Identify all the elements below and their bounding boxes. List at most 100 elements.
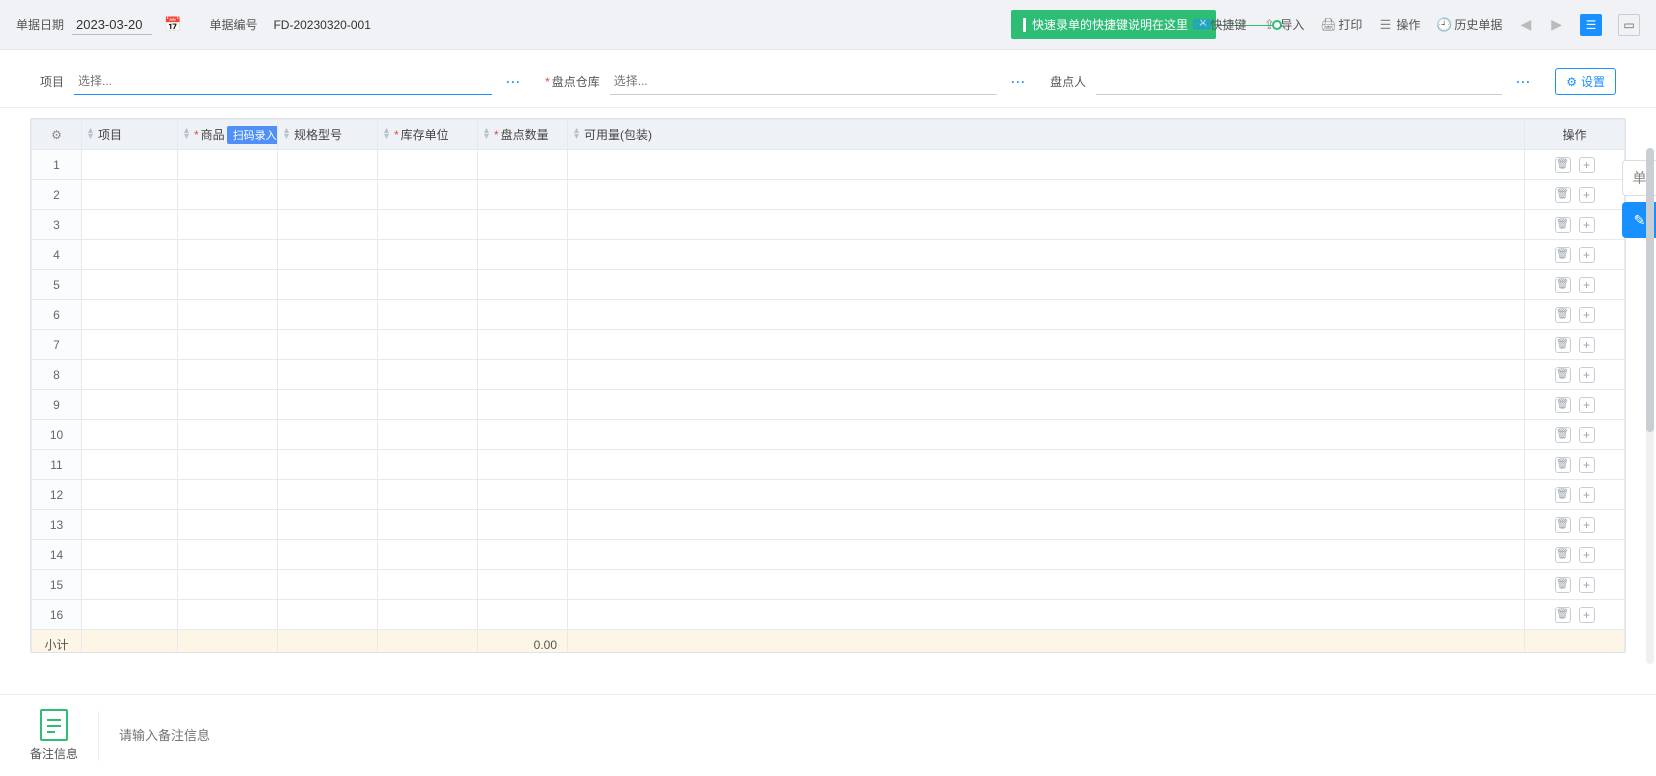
header-stock-unit[interactable]: *库存单位 xyxy=(378,120,478,150)
table-row[interactable]: 7 xyxy=(32,330,1625,360)
cell-project[interactable] xyxy=(82,510,178,540)
insert-row-icon[interactable] xyxy=(1579,157,1595,173)
settings-button[interactable]: ⚙ 设置 xyxy=(1555,68,1616,95)
cell-avail-pack[interactable] xyxy=(568,450,1525,480)
cell-project[interactable] xyxy=(82,240,178,270)
delete-row-icon[interactable] xyxy=(1555,277,1571,293)
cell-product[interactable] xyxy=(178,480,278,510)
cell-count-qty[interactable] xyxy=(478,300,568,330)
delete-row-icon[interactable] xyxy=(1555,367,1571,383)
header-gear[interactable]: ⚙ xyxy=(32,120,82,150)
cell-count-qty[interactable] xyxy=(478,450,568,480)
cell-product[interactable] xyxy=(178,450,278,480)
table-row[interactable]: 5 xyxy=(32,270,1625,300)
delete-row-icon[interactable] xyxy=(1555,337,1571,353)
cell-stock-unit[interactable] xyxy=(378,450,478,480)
project-input[interactable] xyxy=(74,68,492,95)
cell-avail-pack[interactable] xyxy=(568,570,1525,600)
cell-project[interactable] xyxy=(82,420,178,450)
cell-stock-unit[interactable] xyxy=(378,480,478,510)
cell-spec[interactable] xyxy=(278,600,378,630)
cell-avail-pack[interactable] xyxy=(568,540,1525,570)
cell-avail-pack[interactable] xyxy=(568,600,1525,630)
cell-spec[interactable] xyxy=(278,420,378,450)
cell-product[interactable] xyxy=(178,600,278,630)
cell-product[interactable] xyxy=(178,270,278,300)
delete-row-icon[interactable] xyxy=(1555,517,1571,533)
cell-count-qty[interactable] xyxy=(478,540,568,570)
person-input[interactable] xyxy=(1096,68,1502,95)
table-row[interactable]: 4 xyxy=(32,240,1625,270)
cell-product[interactable] xyxy=(178,300,278,330)
cell-count-qty[interactable] xyxy=(478,360,568,390)
cell-count-qty[interactable] xyxy=(478,270,568,300)
history-button[interactable]: 🕘 历史单据 xyxy=(1436,16,1502,33)
cell-spec[interactable] xyxy=(278,540,378,570)
cell-avail-pack[interactable] xyxy=(568,480,1525,510)
cell-count-qty[interactable] xyxy=(478,510,568,540)
cell-avail-pack[interactable] xyxy=(568,420,1525,450)
delete-row-icon[interactable] xyxy=(1555,307,1571,323)
cell-product[interactable] xyxy=(178,240,278,270)
cell-stock-unit[interactable] xyxy=(378,360,478,390)
header-count-qty[interactable]: *盘点数量 xyxy=(478,120,568,150)
cell-product[interactable] xyxy=(178,510,278,540)
cell-avail-pack[interactable] xyxy=(568,360,1525,390)
cell-avail-pack[interactable] xyxy=(568,300,1525,330)
insert-row-icon[interactable] xyxy=(1579,487,1595,503)
table-row[interactable]: 3 xyxy=(32,210,1625,240)
cell-stock-unit[interactable] xyxy=(378,420,478,450)
cell-avail-pack[interactable] xyxy=(568,510,1525,540)
delete-row-icon[interactable] xyxy=(1555,187,1571,203)
delete-row-icon[interactable] xyxy=(1555,427,1571,443)
cell-avail-pack[interactable] xyxy=(568,240,1525,270)
cell-spec[interactable] xyxy=(278,300,378,330)
delete-row-icon[interactable] xyxy=(1555,457,1571,473)
cell-spec[interactable] xyxy=(278,390,378,420)
view-list-button[interactable]: ☰ xyxy=(1580,14,1602,36)
insert-row-icon[interactable] xyxy=(1579,577,1595,593)
cell-product[interactable] xyxy=(178,210,278,240)
cell-spec[interactable] xyxy=(278,240,378,270)
header-project[interactable]: 项目 xyxy=(82,120,178,150)
scan-badge[interactable]: 扫码录入 xyxy=(227,126,278,144)
cell-avail-pack[interactable] xyxy=(568,390,1525,420)
table-row[interactable]: 14 xyxy=(32,540,1625,570)
delete-row-icon[interactable] xyxy=(1555,577,1571,593)
insert-row-icon[interactable] xyxy=(1579,457,1595,473)
delete-row-icon[interactable] xyxy=(1555,247,1571,263)
cell-spec[interactable] xyxy=(278,570,378,600)
cell-stock-unit[interactable] xyxy=(378,270,478,300)
delete-row-icon[interactable] xyxy=(1555,157,1571,173)
cell-spec[interactable] xyxy=(278,510,378,540)
cell-avail-pack[interactable] xyxy=(568,150,1525,180)
cell-project[interactable] xyxy=(82,330,178,360)
cell-spec[interactable] xyxy=(278,150,378,180)
cell-project[interactable] xyxy=(82,390,178,420)
cell-project[interactable] xyxy=(82,480,178,510)
project-more-icon[interactable]: ··· xyxy=(502,75,525,89)
cell-stock-unit[interactable] xyxy=(378,600,478,630)
cell-product[interactable] xyxy=(178,540,278,570)
cell-avail-pack[interactable] xyxy=(568,270,1525,300)
header-avail-pack[interactable]: 可用量(包装) xyxy=(568,120,1525,150)
delete-row-icon[interactable] xyxy=(1555,217,1571,233)
cell-product[interactable] xyxy=(178,420,278,450)
insert-row-icon[interactable] xyxy=(1579,247,1595,263)
cell-count-qty[interactable] xyxy=(478,240,568,270)
cell-spec[interactable] xyxy=(278,270,378,300)
cell-spec[interactable] xyxy=(278,450,378,480)
warehouse-more-icon[interactable]: ··· xyxy=(1007,75,1030,89)
cell-stock-unit[interactable] xyxy=(378,210,478,240)
insert-row-icon[interactable] xyxy=(1579,397,1595,413)
cell-count-qty[interactable] xyxy=(478,330,568,360)
delete-row-icon[interactable] xyxy=(1555,487,1571,503)
cell-count-qty[interactable] xyxy=(478,600,568,630)
print-button[interactable]: 🖨 打印 xyxy=(1320,16,1362,33)
header-product[interactable]: *商品扫码录入 xyxy=(178,120,278,150)
cell-stock-unit[interactable] xyxy=(378,240,478,270)
table-row[interactable]: 2 xyxy=(32,180,1625,210)
cell-spec[interactable] xyxy=(278,180,378,210)
cell-count-qty[interactable] xyxy=(478,570,568,600)
insert-row-icon[interactable] xyxy=(1579,307,1595,323)
